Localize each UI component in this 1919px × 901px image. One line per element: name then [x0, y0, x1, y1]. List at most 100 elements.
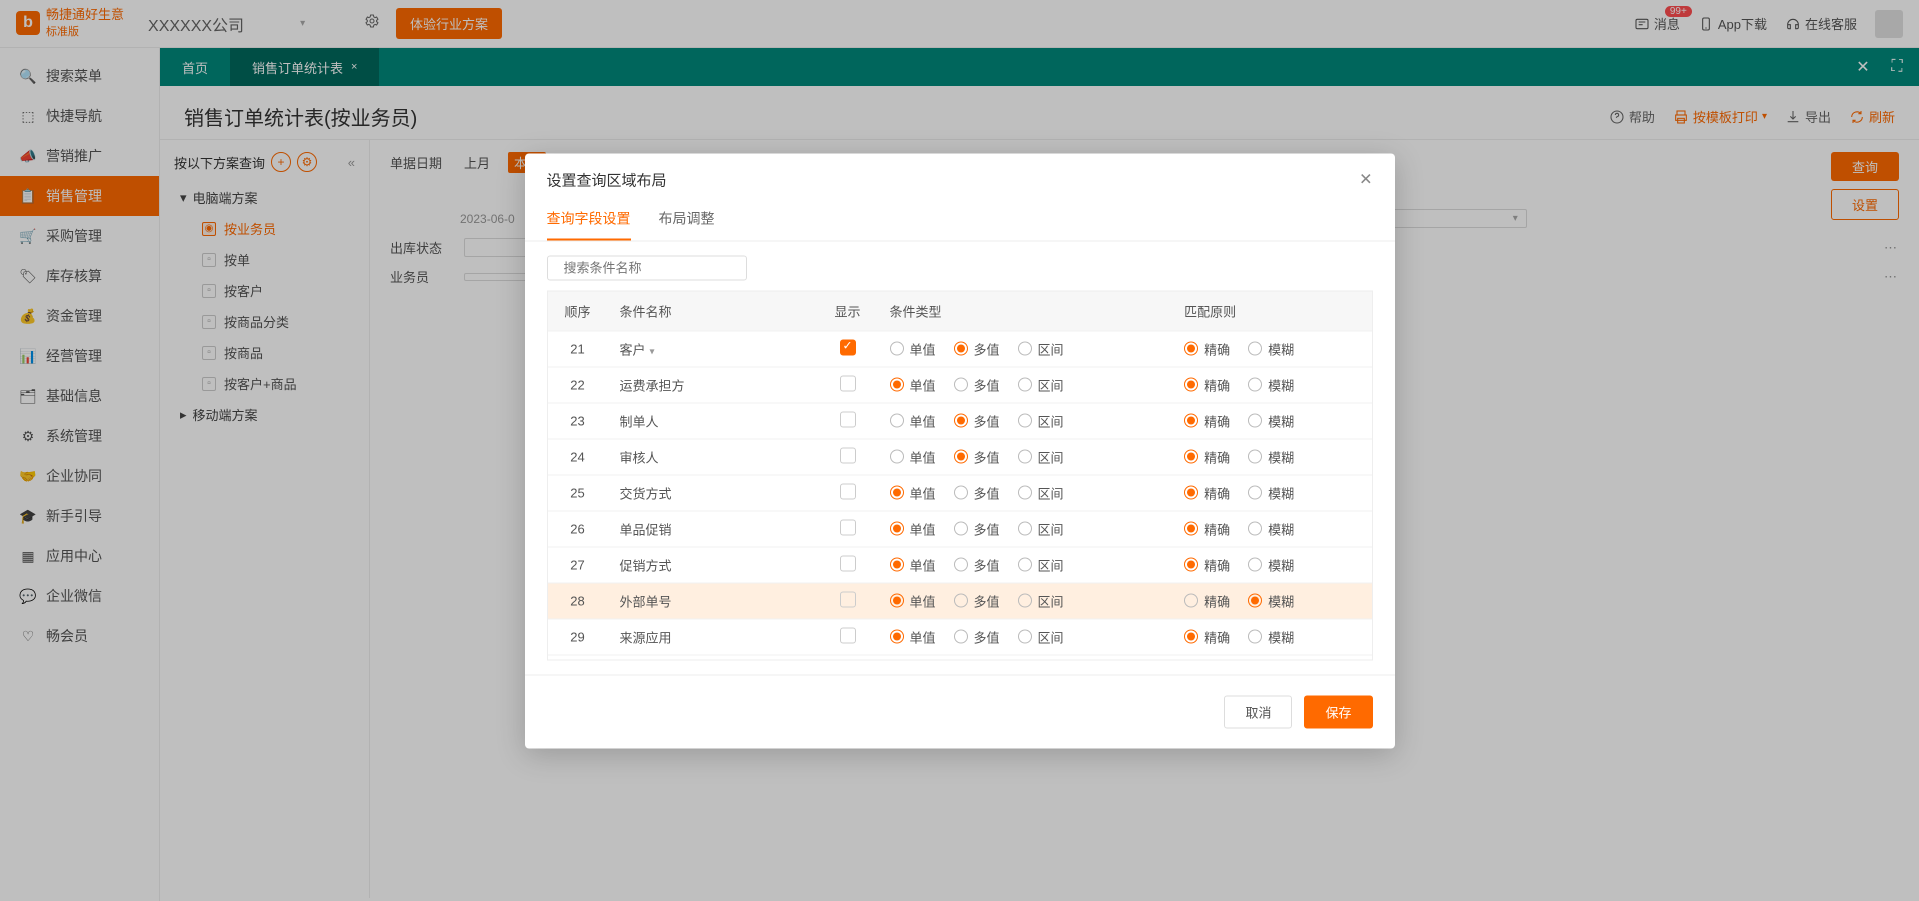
- table-row[interactable]: 21客户▾单值多值区间精确模糊: [548, 331, 1372, 367]
- radio-match[interactable]: 模糊: [1248, 339, 1294, 358]
- show-checkbox[interactable]: [840, 555, 856, 571]
- radio-match[interactable]: 模糊: [1248, 447, 1294, 466]
- cell-type: 单值多值区间: [878, 439, 1173, 475]
- cell-match: 精确模糊: [1172, 511, 1371, 547]
- cell-match: 精确模糊: [1172, 403, 1371, 439]
- dialog-table: 顺序 条件名称 显示 条件类型 匹配原则 21客户▾单值多值区间精确模糊22运费…: [548, 291, 1372, 660]
- radio-type[interactable]: 区间: [1018, 519, 1064, 538]
- cell-match: 精确模糊: [1172, 583, 1371, 619]
- radio-type[interactable]: 多值: [954, 555, 1000, 574]
- dialog-footer: 取消 保存: [525, 674, 1395, 748]
- cell-show: [818, 619, 878, 655]
- radio-icon: [1184, 486, 1198, 500]
- show-checkbox[interactable]: [840, 411, 856, 427]
- cancel-button[interactable]: 取消: [1224, 695, 1292, 728]
- cell-order: 25: [548, 475, 608, 511]
- radio-match[interactable]: 精确: [1184, 555, 1230, 574]
- radio-match[interactable]: 模糊: [1248, 483, 1294, 502]
- table-row[interactable]: 29来源应用单值多值区间精确模糊: [548, 619, 1372, 655]
- radio-match[interactable]: 精确: [1184, 627, 1230, 646]
- radio-type[interactable]: 单值: [890, 483, 936, 502]
- radio-type[interactable]: 多值: [954, 519, 1000, 538]
- radio-type[interactable]: 多值: [954, 483, 1000, 502]
- radio-type[interactable]: 区间: [1018, 627, 1064, 646]
- cell-show: [818, 475, 878, 511]
- dialog-table-wrap[interactable]: 顺序 条件名称 显示 条件类型 匹配原则 21客户▾单值多值区间精确模糊22运费…: [547, 290, 1373, 660]
- radio-type[interactable]: 区间: [1018, 375, 1064, 394]
- table-row[interactable]: 30是否行中止单值多值区间精确模糊: [548, 655, 1372, 661]
- table-row[interactable]: 26单品促销单值多值区间精确模糊: [548, 511, 1372, 547]
- radio-type[interactable]: 单值: [890, 411, 936, 430]
- radio-type[interactable]: 多值: [954, 447, 1000, 466]
- radio-icon: [1018, 630, 1032, 644]
- radio-icon: [1018, 342, 1032, 356]
- radio-match[interactable]: 模糊: [1248, 555, 1294, 574]
- radio-match[interactable]: 模糊: [1248, 375, 1294, 394]
- table-row[interactable]: 23制单人单值多值区间精确模糊: [548, 403, 1372, 439]
- radio-match[interactable]: 精确: [1184, 447, 1230, 466]
- radio-type[interactable]: 单值: [890, 375, 936, 394]
- show-checkbox[interactable]: [840, 519, 856, 535]
- show-checkbox[interactable]: [840, 627, 856, 643]
- show-checkbox[interactable]: [840, 483, 856, 499]
- dialog-tab-fields[interactable]: 查询字段设置: [547, 208, 631, 240]
- radio-icon: [890, 594, 904, 608]
- radio-type[interactable]: 区间: [1018, 591, 1064, 610]
- table-row[interactable]: 25交货方式单值多值区间精确模糊: [548, 475, 1372, 511]
- radio-type[interactable]: 区间: [1018, 411, 1064, 430]
- radio-match[interactable]: 模糊: [1248, 591, 1294, 610]
- dialog-tab-layout[interactable]: 布局调整: [659, 208, 715, 240]
- radio-type[interactable]: 单值: [890, 591, 936, 610]
- radio-icon: [1248, 342, 1262, 356]
- radio-type[interactable]: 单值: [890, 555, 936, 574]
- settings-dialog: 设置查询区域布局 ✕ 查询字段设置 布局调整 顺序 条件名称 显示 条件类型 匹…: [525, 153, 1395, 748]
- cell-show: [818, 655, 878, 661]
- radio-type[interactable]: 单值: [890, 339, 936, 358]
- radio-match[interactable]: 精确: [1184, 339, 1230, 358]
- radio-icon: [1248, 522, 1262, 536]
- cell-show: [818, 439, 878, 475]
- radio-type[interactable]: 单值: [890, 447, 936, 466]
- radio-type[interactable]: 区间: [1018, 483, 1064, 502]
- cell-match: 精确模糊: [1172, 475, 1371, 511]
- radio-type[interactable]: 区间: [1018, 447, 1064, 466]
- radio-type[interactable]: 区间: [1018, 555, 1064, 574]
- radio-match[interactable]: 模糊: [1248, 627, 1294, 646]
- radio-type[interactable]: 多值: [954, 591, 1000, 610]
- radio-type[interactable]: 单值: [890, 627, 936, 646]
- dialog-search-input[interactable]: [564, 260, 740, 275]
- radio-icon: [1248, 486, 1262, 500]
- cell-type: 单值多值区间: [878, 655, 1173, 661]
- radio-match[interactable]: 精确: [1184, 483, 1230, 502]
- radio-match[interactable]: 精确: [1184, 591, 1230, 610]
- show-checkbox[interactable]: [840, 339, 856, 355]
- table-row[interactable]: 28外部单号单值多值区间精确模糊: [548, 583, 1372, 619]
- table-row[interactable]: 24审核人单值多值区间精确模糊: [548, 439, 1372, 475]
- show-checkbox[interactable]: [840, 375, 856, 391]
- radio-type[interactable]: 多值: [954, 375, 1000, 394]
- radio-type[interactable]: 多值: [954, 627, 1000, 646]
- radio-icon: [890, 342, 904, 356]
- radio-type[interactable]: 区间: [1018, 339, 1064, 358]
- radio-match[interactable]: 精确: [1184, 519, 1230, 538]
- radio-match[interactable]: 精确: [1184, 375, 1230, 394]
- save-button[interactable]: 保存: [1304, 695, 1372, 728]
- table-row[interactable]: 27促销方式单值多值区间精确模糊: [548, 547, 1372, 583]
- show-checkbox[interactable]: [840, 591, 856, 607]
- radio-icon: [890, 486, 904, 500]
- radio-type[interactable]: 多值: [954, 339, 1000, 358]
- cell-order: 30: [548, 655, 608, 661]
- dialog-close-icon[interactable]: ✕: [1359, 170, 1372, 190]
- show-checkbox[interactable]: [840, 447, 856, 463]
- radio-icon: [1018, 558, 1032, 572]
- radio-match[interactable]: 精确: [1184, 411, 1230, 430]
- table-row[interactable]: 22运费承担方单值多值区间精确模糊: [548, 367, 1372, 403]
- radio-match[interactable]: 模糊: [1248, 519, 1294, 538]
- dialog-search[interactable]: [547, 255, 747, 280]
- radio-type[interactable]: 多值: [954, 411, 1000, 430]
- chevron-down-icon[interactable]: ▾: [650, 346, 655, 357]
- cell-name: 促销方式: [608, 547, 818, 583]
- cell-order: 22: [548, 367, 608, 403]
- radio-match[interactable]: 模糊: [1248, 411, 1294, 430]
- radio-type[interactable]: 单值: [890, 519, 936, 538]
